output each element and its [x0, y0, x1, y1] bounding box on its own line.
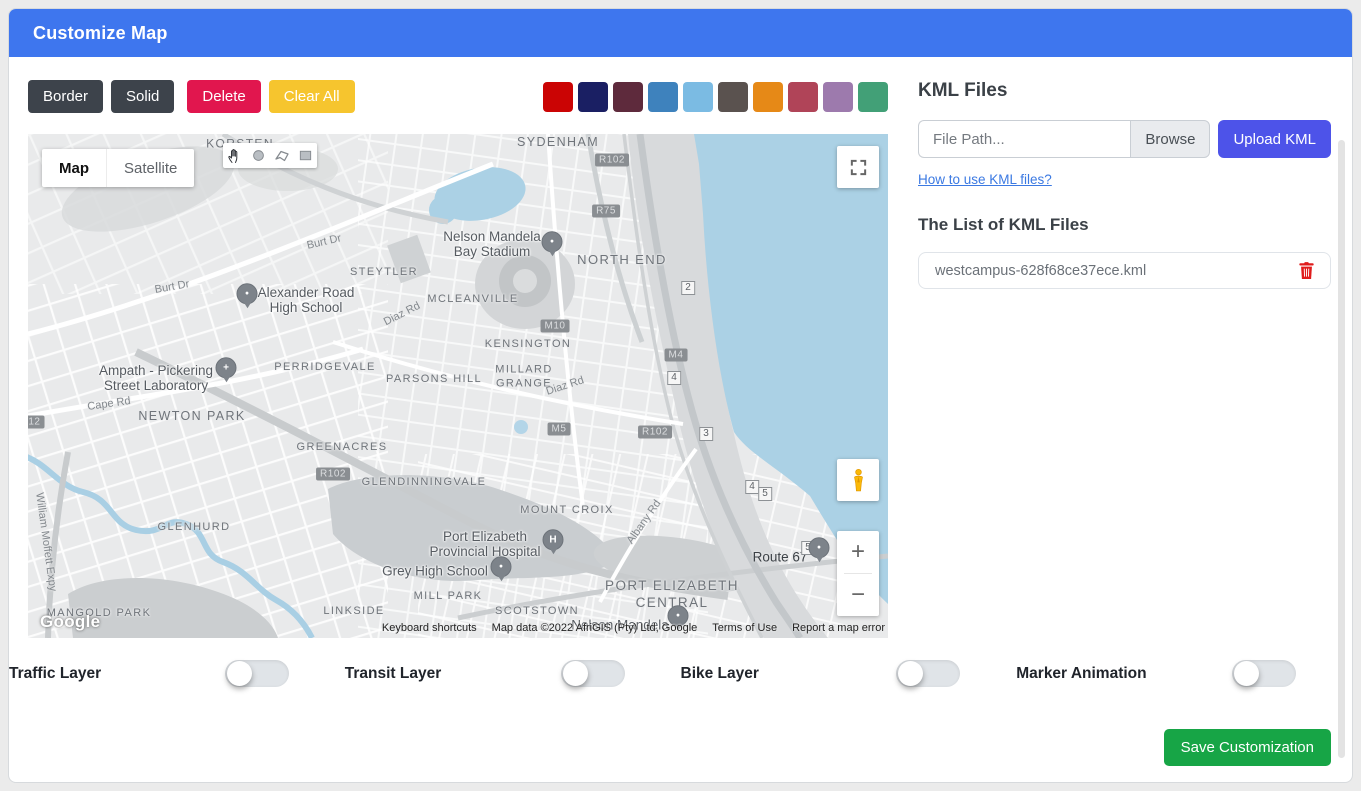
trash-icon	[1299, 262, 1314, 279]
map-attribution: Keyboard shortcuts Map data ©2022 AfriGI…	[382, 622, 885, 634]
route-shield: 4	[745, 480, 759, 494]
marker-animation-toggle[interactable]	[1232, 660, 1296, 687]
route-badge: M12	[28, 416, 44, 429]
poi-marker[interactable]: •	[809, 537, 830, 558]
route-badge: M4	[665, 349, 688, 362]
transit-layer-toggle[interactable]	[561, 660, 625, 687]
layer-label-2: Bike Layer	[681, 665, 759, 683]
color-swatch[interactable]	[578, 82, 608, 112]
google-logo: Google	[40, 612, 100, 632]
polygon-tool[interactable]	[273, 147, 290, 164]
map-type-satellite[interactable]: Satellite	[106, 149, 194, 187]
color-swatch[interactable]	[788, 82, 818, 112]
report-map-error-link[interactable]: Report a map error	[792, 622, 885, 634]
clear-all-button[interactable]: Clear All	[269, 80, 355, 113]
kml-help-link[interactable]: How to use KML files?	[918, 172, 1052, 187]
delete-kml-button[interactable]	[1299, 262, 1314, 279]
poi-marker[interactable]: H	[543, 529, 564, 550]
color-swatch[interactable]	[858, 82, 888, 112]
route-shield: 2	[681, 281, 695, 295]
toggle-knob	[898, 661, 923, 686]
color-swatch[interactable]	[683, 82, 713, 112]
upload-kml-button[interactable]: Upload KML	[1218, 120, 1331, 158]
kml-file-list: westcampus-628f68ce37ece.kml	[918, 252, 1331, 289]
poi-marker[interactable]: •	[237, 283, 258, 304]
toggle-knob	[227, 661, 252, 686]
kml-heading: KML Files	[918, 80, 1331, 102]
layer-col: Marker Animation	[1016, 660, 1352, 687]
color-swatch[interactable]	[543, 82, 573, 112]
save-row: Save Customization	[9, 729, 1352, 766]
pegman-button[interactable]	[837, 459, 879, 501]
layer-toggles-row: Traffic Layer Transit Layer Bike Layer Mark…	[9, 660, 1352, 687]
route-shield: 3	[699, 427, 713, 441]
kml-upload-row: Browse Upload KML	[918, 120, 1331, 158]
terms-of-use-link[interactable]: Terms of Use	[712, 622, 777, 634]
kml-file-item: westcampus-628f68ce37ece.kml	[918, 252, 1331, 289]
delete-button[interactable]: Delete	[187, 80, 260, 113]
draw-style-toolbar: BorderSolid Delete Clear All	[28, 80, 888, 113]
page-title: Customize Map	[33, 23, 168, 44]
color-swatch[interactable]	[613, 82, 643, 112]
layer-label-3: Marker Animation	[1016, 665, 1146, 683]
layer-col: Bike Layer	[681, 660, 1017, 687]
bike-layer-toggle[interactable]	[896, 660, 960, 687]
traffic-layer-toggle[interactable]	[225, 660, 289, 687]
route-badge: R75	[592, 205, 620, 218]
toggle-knob	[1234, 661, 1259, 686]
header: Customize Map	[9, 9, 1352, 57]
zoom-out-button[interactable]: −	[837, 574, 879, 616]
kml-list-heading: The List of KML Files	[918, 215, 1331, 235]
content: BorderSolid Delete Clear All	[9, 57, 1352, 638]
color-swatch[interactable]	[823, 82, 853, 112]
zoom-control: + −	[837, 531, 879, 616]
rectangle-tool[interactable]	[297, 147, 314, 164]
border-button[interactable]: Border	[28, 80, 103, 113]
color-swatch[interactable]	[718, 82, 748, 112]
map-data-credit: Map data ©2022 AfriGIS (Pty) Ltd, Google	[492, 622, 698, 634]
kml-panel: KML Files Browse Upload KML How to use K…	[918, 80, 1331, 638]
map-type-map[interactable]: Map	[42, 149, 106, 187]
keyboard-shortcuts-link[interactable]: Keyboard shortcuts	[382, 622, 477, 634]
route-badge: M5	[548, 423, 571, 436]
route-badge: R102	[638, 426, 672, 439]
fullscreen-button[interactable]	[837, 146, 879, 188]
file-path-input[interactable]	[918, 120, 1130, 158]
save-customization-button[interactable]: Save Customization	[1164, 729, 1331, 766]
map-type-control: Map Satellite	[42, 149, 194, 187]
customize-map-window: Customize Map BorderSolid Delete Clear All	[8, 8, 1353, 783]
route-shield: 5	[758, 487, 772, 501]
color-palette	[543, 82, 888, 112]
zoom-in-button[interactable]: +	[837, 531, 879, 573]
color-swatch[interactable]	[753, 82, 783, 112]
layer-label-0: Traffic Layer	[9, 665, 101, 683]
route-badge: M10	[541, 320, 570, 333]
tool-buttons: BorderSolid Delete Clear All	[28, 80, 363, 113]
fullscreen-icon	[849, 158, 868, 177]
poi-marker[interactable]: •	[542, 231, 563, 252]
circle-tool[interactable]	[250, 147, 267, 164]
color-swatch[interactable]	[648, 82, 678, 112]
map-column: BorderSolid Delete Clear All	[28, 80, 888, 638]
layer-col: Transit Layer	[345, 660, 681, 687]
pegman-icon	[849, 468, 868, 493]
pan-hand-tool[interactable]	[226, 147, 243, 164]
map-canvas[interactable]: KORSTENSYDENHAMNORTH ENDSTEYTLERMCLEANVI…	[28, 134, 888, 638]
poi-marker[interactable]: •	[491, 556, 512, 577]
solid-button[interactable]: Solid	[111, 80, 174, 113]
route-badge: R102	[595, 154, 629, 167]
map-tiles	[28, 134, 888, 638]
poi-marker[interactable]: +	[216, 357, 237, 378]
route-shield: 4	[667, 371, 681, 385]
layer-label-1: Transit Layer	[345, 665, 442, 683]
toggle-knob	[563, 661, 588, 686]
kml-file-name: westcampus-628f68ce37ece.kml	[935, 263, 1146, 279]
route-badge: R102	[316, 468, 350, 481]
layer-col: Traffic Layer	[9, 660, 345, 687]
browse-button[interactable]: Browse	[1130, 120, 1210, 158]
drawing-toolbar	[223, 143, 317, 168]
scrollbar[interactable]	[1338, 140, 1345, 758]
